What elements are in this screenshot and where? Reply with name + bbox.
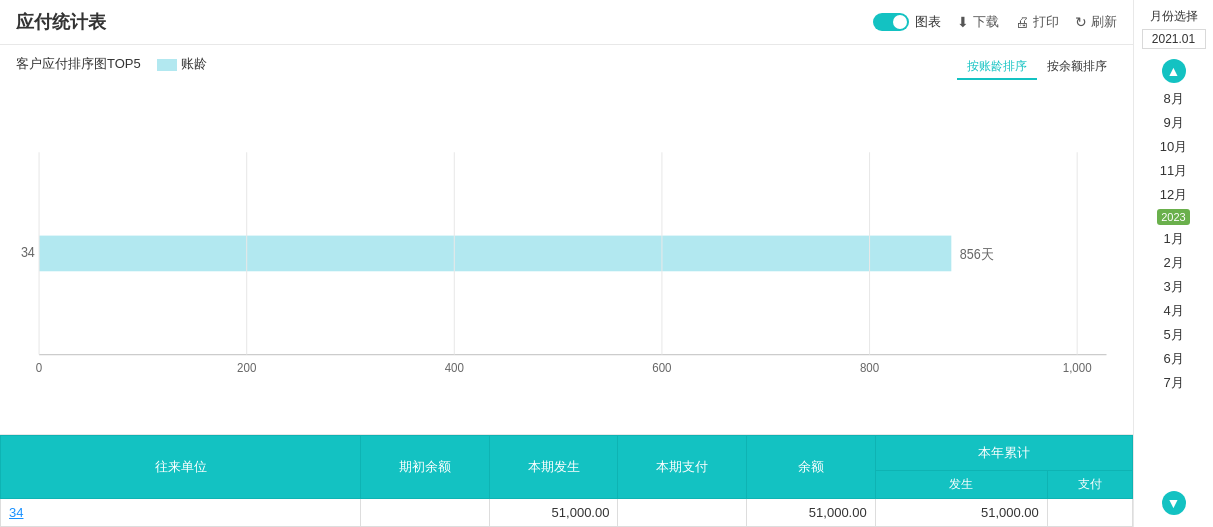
col-period-occur-header: 本期发生	[489, 436, 618, 499]
sidebar-month-4[interactable]: 4月	[1134, 299, 1213, 323]
right-sidebar: 月份选择 ▲ 8月 9月 10月 11月 12月 2023 1月 2月 3月 4…	[1133, 0, 1213, 527]
chart-svg: 34 856天 0 200 400 600 800 1,000	[16, 81, 1117, 414]
svg-text:600: 600	[652, 361, 671, 376]
cell-ytd-occur: 51,000.00	[875, 499, 1047, 527]
download-label: 下载	[973, 13, 999, 31]
print-button[interactable]: 🖨 打印	[1015, 13, 1059, 31]
sidebar-year-marker: 2023	[1157, 209, 1189, 225]
col-period-balance-header: 期初余额	[361, 436, 490, 499]
col-ytd-header: 本年累计	[875, 436, 1132, 471]
cell-period-balance	[361, 499, 490, 527]
svg-text:1,000: 1,000	[1063, 361, 1092, 376]
sidebar-month-5[interactable]: 5月	[1134, 323, 1213, 347]
sidebar-months: 8月 9月 10月 11月 12月 2023 1月 2月 3月 4月 5月 6月…	[1134, 87, 1213, 487]
sidebar-up-arrow[interactable]: ▲	[1162, 59, 1186, 83]
table-row: 34 51,000.00 51,000.00 51,000.00	[1, 499, 1133, 527]
chart-toggle[interactable]: 图表	[873, 13, 941, 31]
header: 应付统计表 图表 ⬇ 下载 🖨 打印 ↻ 刷新	[0, 0, 1133, 45]
sidebar-title: 月份选择	[1150, 8, 1198, 25]
col-period-pay-header: 本期支付	[618, 436, 747, 499]
refresh-button[interactable]: ↻ 刷新	[1075, 13, 1117, 31]
col-ytd-occur-subheader: 发生	[875, 471, 1047, 499]
sidebar-month-2[interactable]: 2月	[1134, 251, 1213, 275]
sidebar-month-3[interactable]: 3月	[1134, 275, 1213, 299]
sidebar-month-12[interactable]: 12月	[1134, 183, 1213, 207]
y-axis-label: 34	[21, 244, 35, 260]
chart-bar	[39, 236, 951, 272]
sidebar-month-7[interactable]: 7月	[1134, 371, 1213, 395]
legend-color-box	[157, 59, 177, 71]
legend-color-label: 账龄	[181, 56, 207, 71]
svg-text:400: 400	[445, 361, 464, 376]
refresh-label: 刷新	[1091, 13, 1117, 31]
svg-text:800: 800	[860, 361, 879, 376]
cell-unit: 34	[1, 499, 361, 527]
cell-period-occur: 51,000.00	[489, 499, 618, 527]
cell-ytd-pay	[1047, 499, 1132, 527]
svg-text:0: 0	[36, 361, 43, 376]
download-icon: ⬇	[957, 14, 969, 30]
data-table: 往来单位 期初余额 本期发生 本期支付 余额 本年累计 发生 支付 34 51,…	[0, 435, 1133, 527]
unit-link[interactable]: 34	[9, 505, 23, 520]
legend-text: 客户应付排序图TOP5	[16, 55, 141, 73]
toggle-track[interactable]	[873, 13, 909, 31]
chart-area: 客户应付排序图TOP5 账龄 按账龄排序 按余额排序 34 856天 0 200…	[0, 45, 1133, 435]
refresh-icon: ↻	[1075, 14, 1087, 30]
header-actions: 图表 ⬇ 下载 🖨 打印 ↻ 刷新	[873, 13, 1117, 31]
chart-legend: 客户应付排序图TOP5 账龄	[16, 55, 1117, 73]
sidebar-month-9[interactable]: 9月	[1134, 111, 1213, 135]
chart-label: 图表	[915, 13, 941, 31]
table-area: 往来单位 期初余额 本期发生 本期支付 余额 本年累计 发生 支付 34 51,…	[0, 435, 1133, 527]
toggle-thumb	[893, 15, 907, 29]
sidebar-down-arrow[interactable]: ▼	[1162, 491, 1186, 515]
sidebar-month-11[interactable]: 11月	[1134, 159, 1213, 183]
cell-balance: 51,000.00	[747, 499, 876, 527]
col-unit-header: 往来单位	[1, 436, 361, 499]
sidebar-year-input[interactable]	[1142, 29, 1206, 49]
print-icon: 🖨	[1015, 14, 1029, 30]
bar-chart-svg: 34 856天 0 200 400 600 800 1,000	[16, 81, 1117, 414]
sort-by-balance-tab[interactable]: 按账龄排序	[957, 55, 1037, 80]
sidebar-month-1[interactable]: 1月	[1134, 227, 1213, 251]
table-header-row: 往来单位 期初余额 本期发生 本期支付 余额 本年累计	[1, 436, 1133, 471]
download-button[interactable]: ⬇ 下载	[957, 13, 999, 31]
sort-by-amount-tab[interactable]: 按余额排序	[1037, 55, 1117, 80]
sort-tabs: 按账龄排序 按余额排序	[957, 55, 1117, 80]
cell-period-pay	[618, 499, 747, 527]
sidebar-month-8[interactable]: 8月	[1134, 87, 1213, 111]
col-balance-header: 余额	[747, 436, 876, 499]
svg-text:200: 200	[237, 361, 256, 376]
bar-days-label: 856天	[960, 247, 993, 263]
sidebar-month-6[interactable]: 6月	[1134, 347, 1213, 371]
col-ytd-pay-subheader: 支付	[1047, 471, 1132, 499]
print-label: 打印	[1033, 13, 1059, 31]
sidebar-month-10[interactable]: 10月	[1134, 135, 1213, 159]
page-title: 应付统计表	[16, 10, 106, 34]
